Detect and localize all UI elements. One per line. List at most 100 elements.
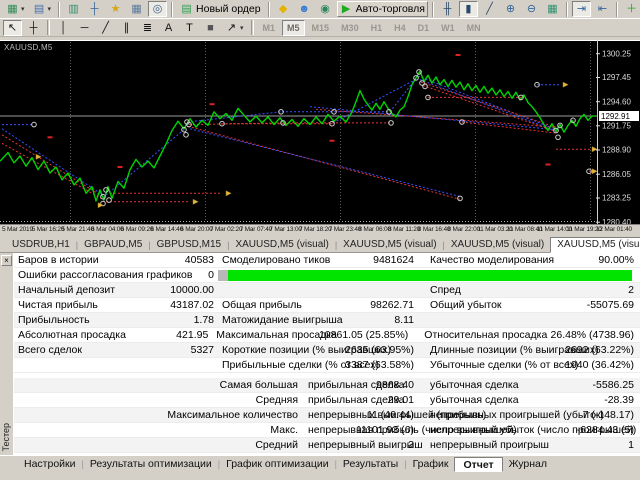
candlestick-chart-icon[interactable]: ▮ xyxy=(458,1,478,17)
text-label-icon[interactable]: T xyxy=(180,20,199,36)
chart-tab-6[interactable]: XAUUSD,M5 (visual) xyxy=(550,237,640,253)
report-label xyxy=(214,283,342,297)
report-value: -5586.25 xyxy=(592,379,634,391)
open-profile-icon[interactable]: ▤ ▾ xyxy=(30,1,55,17)
time-axis-label: 7 Mar 18:20 xyxy=(299,226,332,233)
chart-window[interactable]: 1300.25 1297.45 1294.60 1291.75 1288.90 1286.… xyxy=(0,40,640,235)
report-label: Общий убыток xyxy=(430,299,502,311)
price-axis-label: 1294.60 xyxy=(602,97,631,106)
chart-tab-5[interactable]: XAUUSD,M5 (visual) xyxy=(445,238,550,252)
report-label: Абсолютная просадка xyxy=(18,329,126,341)
market-watch-icon: ▥ xyxy=(68,3,79,15)
vertical-line-icon[interactable]: │ xyxy=(54,20,73,36)
shapes-icon[interactable]: ■ xyxy=(201,20,220,36)
new-order-button[interactable]: ▤ Новый ордер xyxy=(177,1,264,17)
tester-tab-1[interactable]: Результаты оптимизации xyxy=(84,458,218,470)
timeframe-m30[interactable]: M30 xyxy=(336,20,364,36)
report-label: Матожидание выигрыша xyxy=(222,314,343,326)
line-chart-icon: ╱ xyxy=(486,3,493,15)
chart-tab-4[interactable]: XAUUSD,M5 (visual) xyxy=(337,238,442,252)
arrows-icon[interactable]: ↗ ▾ xyxy=(222,20,247,36)
fibonacci-icon[interactable]: ≣ xyxy=(138,20,157,36)
data-window-icon: ┼ xyxy=(90,3,99,15)
new-order-icon: ▤ xyxy=(181,3,192,15)
report-label: Прибыльность xyxy=(18,314,90,326)
report-value: 3387 (63.58%) xyxy=(345,359,414,371)
cursor-icon[interactable]: ↖ xyxy=(3,19,22,36)
timeframe-mn[interactable]: MN xyxy=(462,20,486,36)
chart-tabs-bar: USDRUB,H1 | GBPAUD,M5 | GBPUSD,M15 | XAUUSD,M5… xyxy=(0,235,640,253)
report-value xyxy=(560,313,640,327)
report-row: Прибыльные сделки (% от всех) 3387 (63.58… xyxy=(14,358,640,373)
metaeditor-icon[interactable]: ◆ xyxy=(274,1,293,17)
horizontal-line-icon[interactable]: ─ xyxy=(75,20,94,36)
chart-shift-icon[interactable]: ⇤ xyxy=(593,1,612,17)
chart-tab-1[interactable]: GBPAUD,M5 xyxy=(78,238,148,252)
line-chart-icon[interactable]: ╱ xyxy=(480,1,499,17)
zoom-in-icon[interactable]: ⊕ xyxy=(501,1,520,17)
price-axis-label: 1291.75 xyxy=(602,122,631,131)
timeframe-w1[interactable]: W1 xyxy=(436,20,460,36)
timeframe-m1[interactable]: M1 xyxy=(258,20,281,36)
new-chart-icon[interactable]: ▦ ▾ xyxy=(3,1,28,17)
time-axis-label: 6 Mar 20:00 xyxy=(180,226,213,233)
channel-icon[interactable]: ∥ xyxy=(117,20,136,36)
timeframe-h4[interactable]: H4 xyxy=(389,20,411,36)
autotrading-button[interactable]: ▶ Авто-торговля xyxy=(336,1,428,17)
report-row: Баров в истории 40583 Смоделировано тиков 9… xyxy=(14,253,640,268)
tester-panel: × Тестер Баров в истории 40583 Смоделирова… xyxy=(0,253,640,455)
data-window-icon[interactable]: ┼ xyxy=(85,1,104,17)
crosshair-icon: ┼ xyxy=(29,21,38,34)
timeframe-h1[interactable]: H1 xyxy=(366,20,388,36)
report-label: непрерывный выигрыш xyxy=(308,439,423,451)
community-icon[interactable]: ☻ xyxy=(295,1,314,17)
report-label: Относительная просадка xyxy=(424,329,548,341)
tester-tab-2[interactable]: График оптимизации xyxy=(220,458,334,470)
zoom-out-icon[interactable]: ⊖ xyxy=(522,1,541,17)
tester-side-label: Тестер xyxy=(1,423,11,452)
report-value: 10000.00 xyxy=(170,284,214,296)
time-axis-label: 5 Mar 16:20 xyxy=(31,226,65,233)
terminal-icon[interactable]: ▦ xyxy=(127,1,146,17)
timeframe-m15[interactable]: M15 xyxy=(307,20,335,36)
toolbar-separator xyxy=(171,1,174,17)
candlestick-chart-icon: ▮ xyxy=(465,3,472,15)
report-value: 1940 (36.42%) xyxy=(565,359,634,371)
status-bar xyxy=(0,471,640,480)
report-value: 0 xyxy=(208,269,214,281)
text-icon[interactable]: A xyxy=(159,20,178,36)
tester-close-button[interactable]: × xyxy=(1,255,12,266)
chart-tab-0[interactable]: USDRUB,H1 xyxy=(6,238,76,252)
timeframe-m5[interactable]: M5 xyxy=(282,19,305,36)
time-axis-label: 7 Mar 07:40 xyxy=(239,226,273,233)
bar-chart-icon[interactable]: ╫ xyxy=(438,1,457,17)
timeframe-d1[interactable]: D1 xyxy=(413,20,435,36)
tile-windows-icon[interactable]: ▦ xyxy=(543,1,562,17)
navigator-icon[interactable]: ★ xyxy=(106,1,125,17)
tester-tab-5[interactable]: Отчет xyxy=(454,456,503,472)
report-row: Ошибки рассогласования графиков 0 xyxy=(14,268,640,283)
tester-tab-3[interactable]: Результаты xyxy=(337,458,404,470)
crosshair-icon[interactable]: ┼ xyxy=(24,20,43,36)
market-watch-icon[interactable]: ▥ xyxy=(64,1,83,17)
horizontal-line-icon: ─ xyxy=(80,21,89,34)
tester-tab-0[interactable]: Настройки xyxy=(18,458,82,470)
tester-side-strip: × Тестер xyxy=(0,253,14,455)
time-axis-label: 7 Mar 23:40 xyxy=(328,226,362,233)
report-label xyxy=(414,313,560,327)
chart-tab-3[interactable]: XAUUSD,M5 (visual) xyxy=(229,238,334,252)
price-chart-canvas[interactable]: 1300.25 1297.45 1294.60 1291.75 1288.90 1286.… xyxy=(0,40,640,227)
strategy-tester-icon[interactable]: ◎ xyxy=(148,1,168,17)
web-icon[interactable]: ◉ xyxy=(316,1,335,17)
autotrading-icon: ▶ xyxy=(341,3,351,15)
time-axis: 5 Mar 2019 5 Mar 16:20 5 Mar 21:40 6 Mar 04… xyxy=(0,224,640,235)
report-label: Баров в истории xyxy=(18,254,99,266)
auto-scroll-icon[interactable]: ⇥ xyxy=(571,1,591,17)
tester-tab-4[interactable]: График xyxy=(407,458,455,470)
report-value: 1.78 xyxy=(193,314,214,326)
tester-tab-6[interactable]: Журнал xyxy=(503,458,553,470)
chart-tab-2[interactable]: GBPUSD,M15 xyxy=(151,238,227,252)
trendline-icon[interactable]: ╱ xyxy=(96,20,115,36)
quality-bar-lead xyxy=(218,270,228,281)
indicators-icon[interactable]: ＋▾ xyxy=(622,1,640,17)
